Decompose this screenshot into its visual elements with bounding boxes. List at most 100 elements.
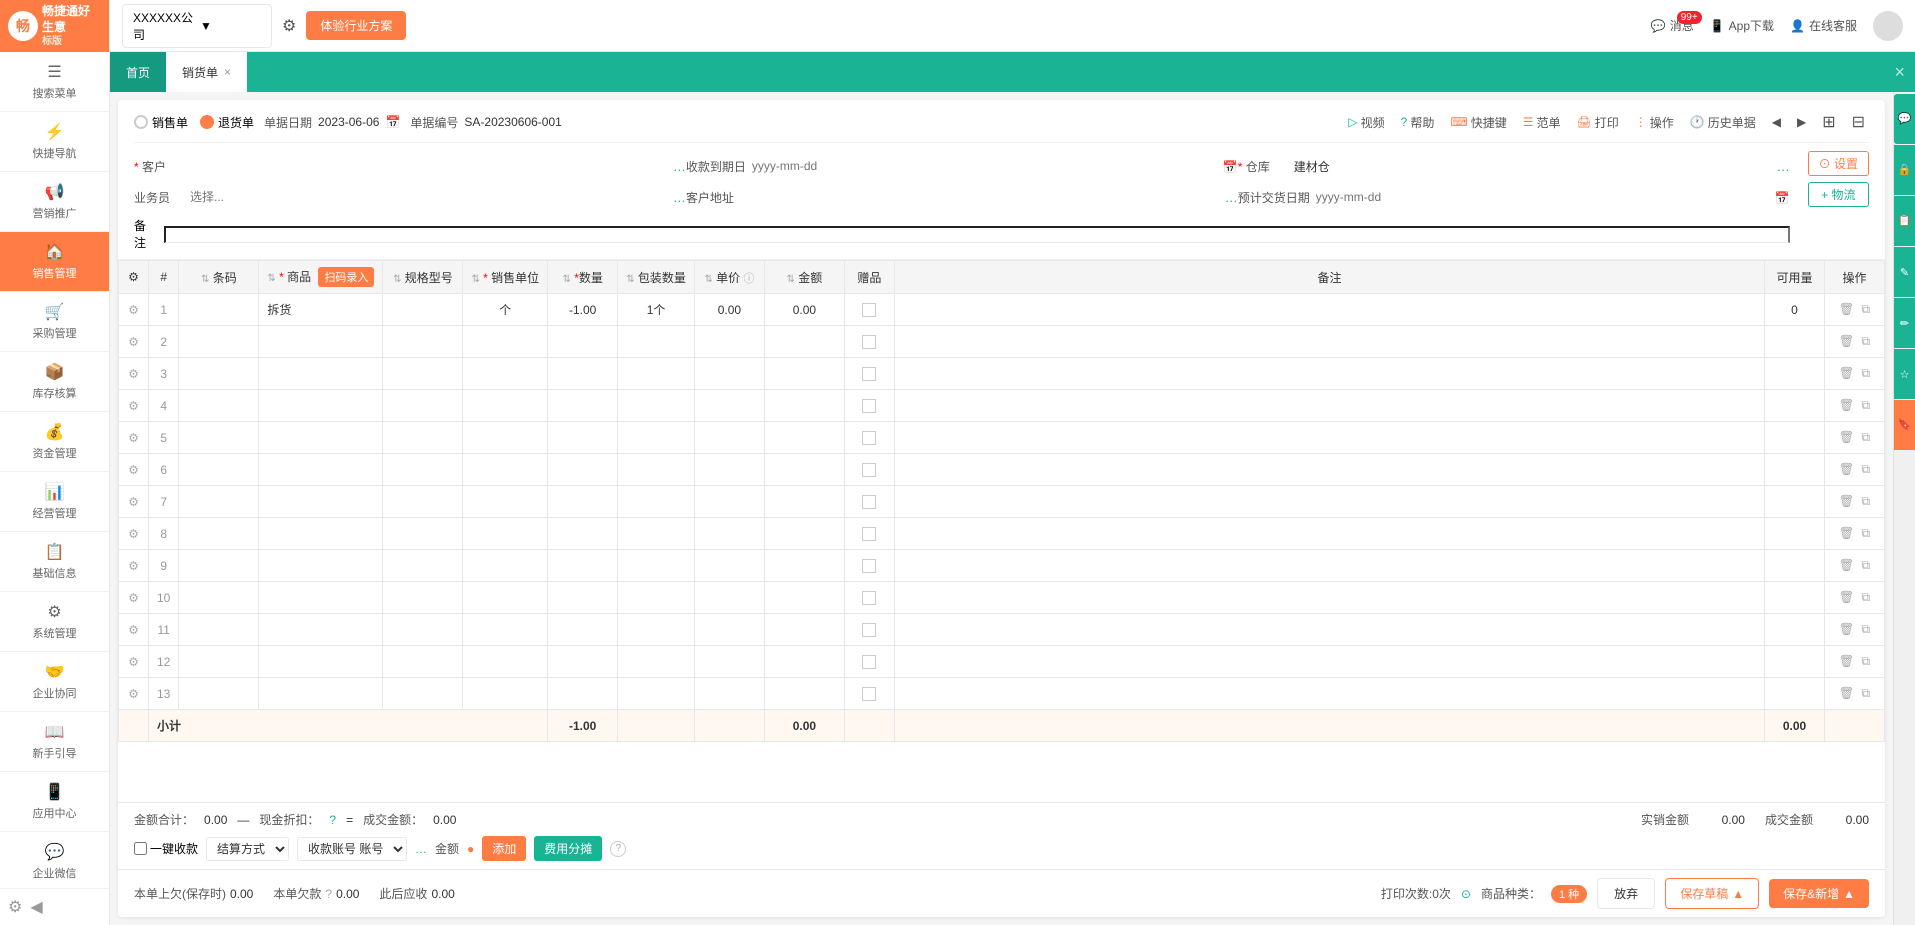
copy-icon[interactable]: ⧉	[1862, 462, 1871, 476]
delete-icon[interactable]: 🗑	[1839, 590, 1854, 604]
cell-gift[interactable]	[844, 582, 894, 614]
sidebar-item-apps[interactable]: 📱 应用中心	[0, 772, 109, 832]
customer-address-input[interactable]	[742, 188, 1219, 207]
scan-btn[interactable]: 扫码录入	[318, 267, 374, 287]
industry-btn[interactable]: 体验行业方案	[306, 11, 406, 40]
cell-settings[interactable]: ⚙	[119, 422, 149, 454]
delivery-calendar-icon[interactable]: 📅	[1775, 191, 1790, 205]
row-settings-icon[interactable]: ⚙	[128, 687, 139, 701]
delete-icon[interactable]: 🗑	[1839, 526, 1854, 540]
float-btn-1[interactable]: 💬	[1894, 94, 1915, 144]
sidebar-item-sales[interactable]: 🏠 销售管理	[0, 232, 109, 292]
delivery-date-input[interactable]	[1316, 188, 1769, 207]
cell-gift[interactable]	[844, 614, 894, 646]
notes-input[interactable]	[164, 226, 1790, 243]
delete-icon[interactable]: 🗑	[1839, 654, 1854, 668]
cell-settings[interactable]: ⚙	[119, 550, 149, 582]
app-download-btn[interactable]: 📱 App下载	[1710, 17, 1774, 34]
toolbar-grid1[interactable]: ⊞	[1818, 110, 1839, 134]
sidebar-item-finance[interactable]: 💰 资金管理	[0, 412, 109, 472]
gift-checkbox[interactable]	[862, 335, 876, 349]
cell-settings[interactable]: ⚙	[119, 614, 149, 646]
sidebar-item-purchase[interactable]: 🛒 采购管理	[0, 292, 109, 352]
gift-checkbox[interactable]	[862, 591, 876, 605]
copy-icon[interactable]: ⧉	[1862, 686, 1871, 700]
total-owe-icon[interactable]: ?	[325, 887, 332, 901]
copy-icon[interactable]: ⧉	[1862, 302, 1871, 316]
delete-icon[interactable]: 🗑	[1839, 622, 1854, 636]
cell-gift[interactable]	[844, 294, 894, 326]
cell-gift[interactable]	[844, 454, 894, 486]
cell-gift[interactable]	[844, 326, 894, 358]
table-settings-icon[interactable]: ⚙	[128, 270, 139, 284]
row-settings-icon[interactable]: ⚙	[128, 431, 139, 445]
customer-address-dots[interactable]: …	[1225, 190, 1238, 205]
settings-btn[interactable]: ⊙ 设置	[1808, 151, 1869, 176]
cell-gift[interactable]	[844, 646, 894, 678]
delete-icon[interactable]: 🗑	[1839, 462, 1854, 476]
expense-help-icon[interactable]: ?	[610, 841, 626, 857]
one-click-pay-check[interactable]: 一键收款	[134, 840, 198, 857]
company-selector[interactable]: XXXXXX公司 ▼	[122, 4, 272, 48]
toolbar-next[interactable]: ▶	[1793, 113, 1810, 131]
float-btn-6[interactable]: ☆	[1894, 349, 1915, 399]
delete-icon[interactable]: 🗑	[1839, 558, 1854, 572]
gift-checkbox[interactable]	[862, 495, 876, 509]
due-date-calendar-icon[interactable]: 📅	[1223, 160, 1238, 174]
copy-icon[interactable]: ⧉	[1862, 398, 1871, 412]
row-settings-icon[interactable]: ⚙	[128, 399, 139, 413]
cell-settings[interactable]: ⚙	[119, 678, 149, 710]
radio-return[interactable]: 退货单	[200, 114, 254, 131]
toolbar-history[interactable]: 🕐 历史单据	[1686, 112, 1760, 133]
customer-input[interactable]	[190, 157, 667, 176]
tab-home[interactable]: 首页	[110, 52, 166, 92]
sidebar-item-marketing[interactable]: 📢 营销推广	[0, 172, 109, 232]
toolbar-video[interactable]: ▷ 视频	[1344, 112, 1388, 133]
gift-checkbox[interactable]	[862, 431, 876, 445]
row-settings-icon[interactable]: ⚙	[128, 559, 139, 573]
logistics-btn[interactable]: + 物流	[1808, 182, 1869, 207]
float-btn-2[interactable]: 🔒	[1894, 145, 1915, 195]
sidebar-item-wechat[interactable]: 💬 企业微信	[0, 832, 109, 888]
float-btn-5[interactable]: ✏	[1894, 298, 1915, 348]
row-settings-icon[interactable]: ⚙	[128, 591, 139, 605]
row-settings-icon[interactable]: ⚙	[128, 463, 139, 477]
sidebar-collapse-icon[interactable]: ◀	[30, 897, 42, 917]
sidebar-settings-icon[interactable]: ⚙	[8, 897, 22, 917]
gift-checkbox[interactable]	[862, 303, 876, 317]
delete-icon[interactable]: 🗑	[1839, 366, 1854, 380]
float-btn-3[interactable]: 📋	[1894, 196, 1915, 246]
sidebar-item-quicknav[interactable]: ⚡ 快捷导航	[0, 112, 109, 172]
toolbar-prev[interactable]: ◀	[1768, 113, 1785, 131]
copy-icon[interactable]: ⧉	[1862, 366, 1871, 380]
customer-dots[interactable]: …	[673, 159, 686, 174]
calendar-icon[interactable]: 📅	[385, 115, 400, 129]
add-amount-icon[interactable]: ●	[467, 842, 474, 856]
toolbar-grid2[interactable]: ⊟	[1848, 110, 1869, 134]
sidebar-item-guide[interactable]: 📖 新手引导	[0, 712, 109, 772]
cell-gift[interactable]	[844, 422, 894, 454]
cell-settings[interactable]: ⚙	[119, 646, 149, 678]
cell-settings[interactable]: ⚙	[119, 326, 149, 358]
row-settings-icon[interactable]: ⚙	[128, 335, 139, 349]
cell-settings[interactable]: ⚙	[119, 486, 149, 518]
cell-gift[interactable]	[844, 550, 894, 582]
float-btn-4[interactable]: ✎	[1894, 247, 1915, 297]
delete-icon[interactable]: 🗑	[1839, 334, 1854, 348]
copy-icon[interactable]: ⧉	[1862, 526, 1871, 540]
toolbar-template[interactable]: ☰ 范单	[1519, 112, 1565, 133]
warehouse-input[interactable]	[1294, 157, 1771, 176]
add-btn[interactable]: 添加	[482, 836, 526, 861]
gift-checkbox[interactable]	[862, 559, 876, 573]
sidebar-item-collab[interactable]: 🤝 企业协同	[0, 652, 109, 712]
save-new-btn[interactable]: 保存&新增 ▲	[1769, 879, 1869, 908]
tab-sales-order[interactable]: 销货单 ×	[166, 52, 247, 92]
expense-btn[interactable]: 费用分摊	[534, 836, 602, 861]
warehouse-dots[interactable]: …	[1777, 159, 1790, 174]
copy-icon[interactable]: ⧉	[1862, 430, 1871, 444]
cell-settings[interactable]: ⚙	[119, 390, 149, 422]
delete-icon[interactable]: 🗑	[1839, 494, 1854, 508]
copy-icon[interactable]: ⧉	[1862, 590, 1871, 604]
bank-dots[interactable]: …	[415, 842, 427, 856]
save-draft-btn[interactable]: 保存草稿 ▲	[1665, 878, 1759, 909]
